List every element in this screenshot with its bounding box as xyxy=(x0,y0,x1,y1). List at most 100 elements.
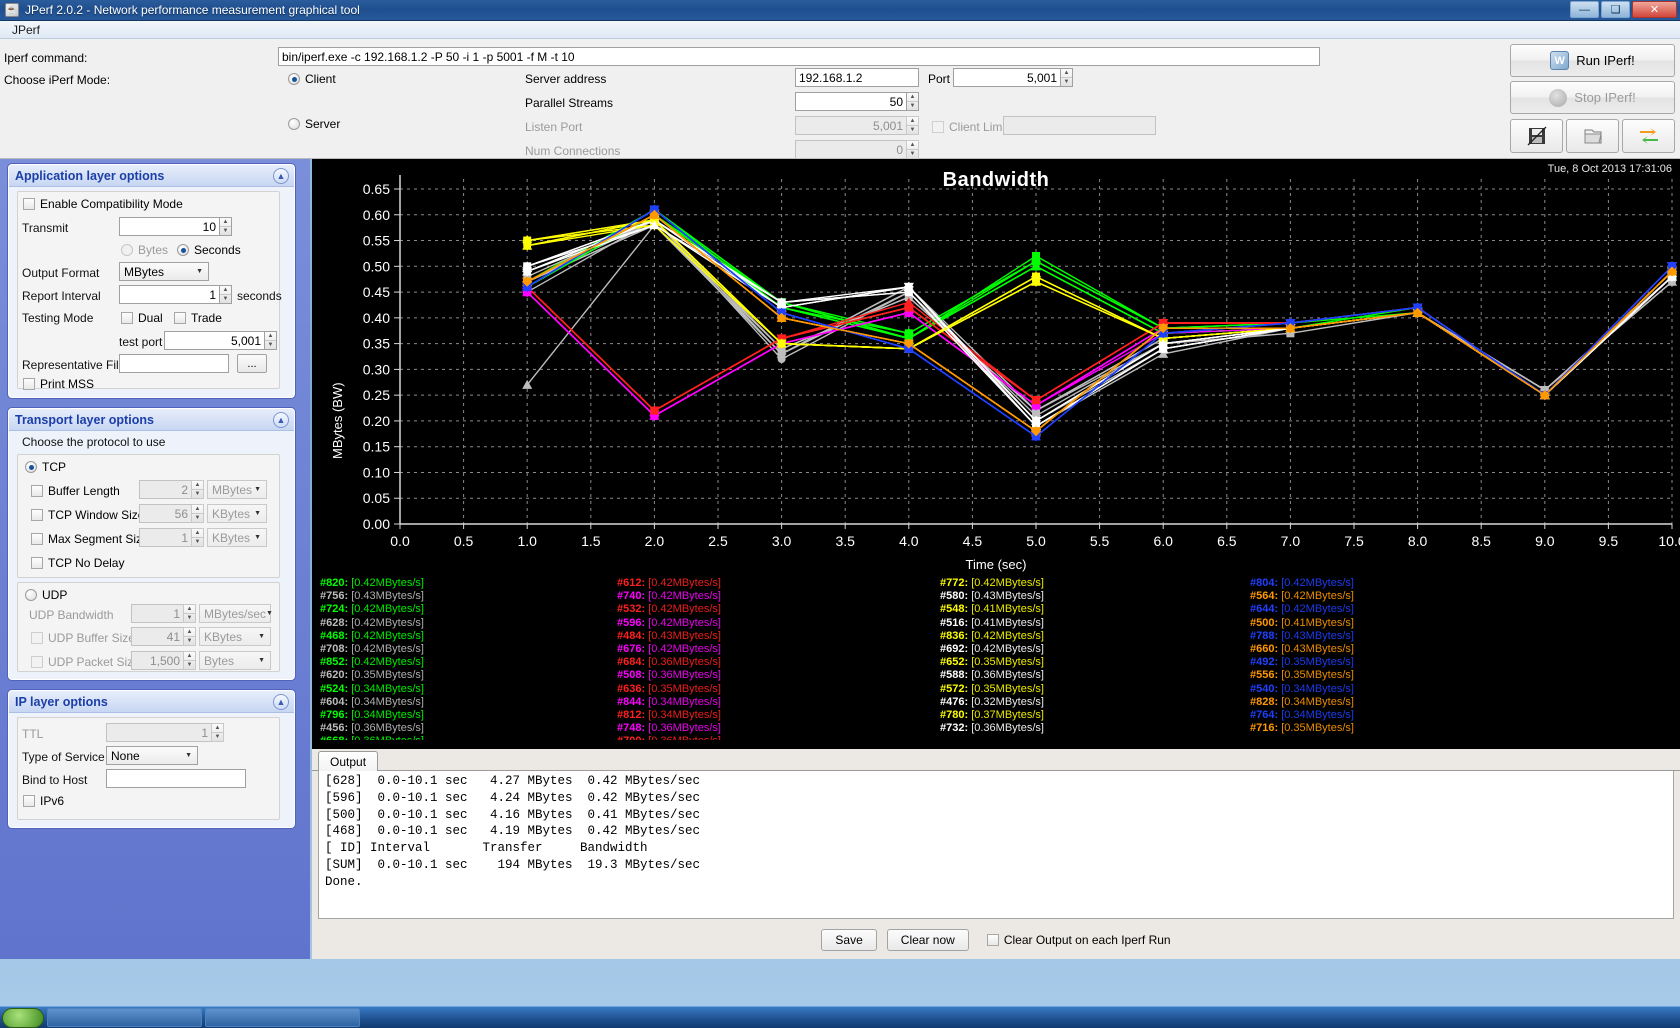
max-segment-size-checkbox[interactable]: Max Segment Size xyxy=(31,532,149,546)
legend-item-id: #644: xyxy=(1250,603,1282,616)
legend-item: #692: [0.42MBytes/s] xyxy=(940,643,1044,656)
legend-item-id: #844: xyxy=(617,695,649,708)
parallel-streams-spinner[interactable]: 50 ▲ ▼ xyxy=(795,92,919,111)
representative-file-browse-button[interactable]: ... xyxy=(237,354,267,373)
transmit-value[interactable]: 10 xyxy=(119,217,219,236)
protocol-udp-radio[interactable]: UDP xyxy=(25,588,67,602)
output-format-select[interactable]: MBytes ▼ xyxy=(119,262,209,281)
transmit-seconds-radio[interactable]: Seconds xyxy=(177,243,241,257)
report-interval-spinner[interactable]: 1 ▲ ▼ xyxy=(119,285,232,304)
representative-file-field[interactable] xyxy=(119,354,229,373)
open-config-button[interactable] xyxy=(1566,119,1619,153)
tab-output[interactable]: Output xyxy=(318,751,379,771)
buffer-length-checkbox[interactable]: Buffer Length xyxy=(31,484,120,498)
legend-item: #492: [0.35MBytes/s] xyxy=(1250,656,1354,669)
output-console[interactable]: [628] 0.0-10.1 sec 4.27 MBytes 0.42 MByt… xyxy=(318,771,1674,919)
save-output-button[interactable]: Save xyxy=(821,929,877,951)
port-spinner[interactable]: 5,001 ▲ ▼ xyxy=(953,68,1073,87)
buffer-length-unit: MBytes xyxy=(212,482,253,497)
udp-buffer-size-value: 41 xyxy=(131,627,183,646)
transmit-spinner-arrows[interactable]: ▲ ▼ xyxy=(219,217,232,236)
udp-packet-unit: Bytes xyxy=(204,653,235,668)
udp-bandwidth-label: UDP Bandwidth xyxy=(29,608,114,622)
checkbox-box-buffer-length-icon xyxy=(31,485,43,497)
bind-to-host-field[interactable] xyxy=(106,769,246,788)
port-value[interactable]: 5,001 xyxy=(953,68,1060,87)
clear-output-on-run-checkbox[interactable]: Clear Output on each Iperf Run xyxy=(986,933,1171,947)
ipv6-checkbox[interactable]: IPv6 xyxy=(23,794,64,808)
max-segment-unit: KBytes xyxy=(212,530,251,545)
udp-packet-size-checkbox: UDP Packet Size xyxy=(31,655,140,669)
legend-item-value: [0.41MBytes/s] xyxy=(971,603,1044,616)
reset-config-button[interactable] xyxy=(1622,119,1675,153)
port-spinner-arrows[interactable]: ▲ ▼ xyxy=(1060,68,1073,87)
svg-text:2.0: 2.0 xyxy=(645,533,665,549)
clear-now-button[interactable]: Clear now xyxy=(886,929,969,951)
legend-item-value: [0.35MBytes/s] xyxy=(971,682,1044,695)
svg-text:6.5: 6.5 xyxy=(1217,533,1237,549)
test-port-spinner-arrows[interactable]: ▲ ▼ xyxy=(264,331,277,350)
ip-layer-header[interactable]: IP layer options ▲ xyxy=(9,691,294,713)
transmit-spinner[interactable]: 10 ▲ ▼ xyxy=(119,217,232,236)
test-port-spinner[interactable]: 5,001 ▲ ▼ xyxy=(164,331,277,350)
menu-item-jperf[interactable]: JPerf xyxy=(6,23,46,37)
legend-item: #572: [0.35MBytes/s] xyxy=(940,683,1044,696)
save-config-button[interactable] xyxy=(1510,119,1563,153)
udp-packet-size-value: 1,500 xyxy=(131,651,183,670)
svg-text:3.0: 3.0 xyxy=(772,533,792,549)
checkbox-box-trade-icon xyxy=(174,312,186,324)
testing-mode-trade-checkbox[interactable]: Trade xyxy=(174,311,222,325)
taskbar-item-1[interactable] xyxy=(47,1008,202,1027)
transport-layer-title: Transport layer options xyxy=(15,412,154,427)
tcp-window-size-checkbox[interactable]: TCP Window Size xyxy=(31,508,144,522)
legend-item: #804: [0.42MBytes/s] xyxy=(1250,577,1354,590)
legend-item: #516: [0.41MBytes/s] xyxy=(940,617,1044,630)
start-button-icon[interactable] xyxy=(2,1007,44,1028)
taskbar-item-2[interactable] xyxy=(205,1008,360,1027)
client-limit-checkbox[interactable]: Client Limit xyxy=(932,120,1008,134)
report-interval-value[interactable]: 1 xyxy=(119,285,219,304)
chart-marker xyxy=(1032,396,1040,405)
chevron-up-icon[interactable]: ▲ xyxy=(273,167,289,184)
print-mss-checkbox[interactable]: Print MSS xyxy=(23,377,94,391)
legend-item: #852: [0.42MBytes/s] xyxy=(320,656,424,669)
maximize-button[interactable]: ❑ xyxy=(1601,1,1630,18)
mode-client-radio[interactable]: Client xyxy=(288,72,336,86)
report-interval-spinner-arrows[interactable]: ▲ ▼ xyxy=(219,285,232,304)
legend-item: #828: [0.34MBytes/s] xyxy=(1250,696,1354,709)
parallel-streams-spinner-arrows[interactable]: ▲ ▼ xyxy=(906,92,919,111)
svg-text:8.0: 8.0 xyxy=(1408,533,1428,549)
mode-server-radio[interactable]: Server xyxy=(288,117,340,131)
legend-item: #732: [0.36MBytes/s] xyxy=(940,722,1044,735)
legend-item-value: [0.34MBytes/s] xyxy=(648,709,721,722)
close-button[interactable]: ✕ xyxy=(1632,1,1677,18)
window-controls: — ❑ ✕ xyxy=(1570,1,1677,18)
server-address-field[interactable]: 192.168.1.2 xyxy=(795,68,919,87)
run-iperf-button[interactable]: W Run IPerf! xyxy=(1510,44,1675,77)
legend-column: #612: [0.42MBytes/s] #740: [0.42MBytes/s]… xyxy=(617,577,721,747)
legend-item-id: #676: xyxy=(617,643,649,656)
legend-horizontal-scrollbar[interactable] xyxy=(312,740,1680,749)
transport-layer-header[interactable]: Transport layer options ▲ xyxy=(9,409,294,431)
iperf-command-field[interactable]: bin/iperf.exe -c 192.168.1.2 -P 50 -i 1 … xyxy=(278,47,1320,66)
transmit-bytes-radio[interactable]: Bytes xyxy=(121,243,168,257)
minimize-button[interactable]: — xyxy=(1570,1,1599,18)
max-segment-size-label: Max Segment Size xyxy=(48,532,149,546)
checkbox-box-max-segment-icon xyxy=(31,533,43,545)
legend-item-id: #556: xyxy=(1250,669,1282,682)
enable-compatibility-mode-checkbox[interactable]: Enable Compatibility Mode xyxy=(23,197,183,211)
test-port-value[interactable]: 5,001 xyxy=(164,331,264,350)
testing-mode-dual-checkbox[interactable]: Dual xyxy=(121,311,163,325)
application-layer-header[interactable]: Application layer options ▲ xyxy=(9,165,294,187)
tcp-no-delay-checkbox[interactable]: TCP No Delay xyxy=(31,556,124,570)
chevron-up-icon[interactable]: ▲ xyxy=(273,411,289,428)
parallel-streams-value[interactable]: 50 xyxy=(795,92,906,111)
legend-item: #660: [0.43MBytes/s] xyxy=(1250,643,1354,656)
svg-text:0.50: 0.50 xyxy=(363,258,390,274)
ip-layer-body: TTL 1 ▲ ▼ Type of Service None ▼ Bind to … xyxy=(9,713,294,827)
parallel-streams-label: Parallel Streams xyxy=(525,96,614,110)
chevron-up-icon[interactable]: ▲ xyxy=(273,693,289,710)
protocol-tcp-radio[interactable]: TCP xyxy=(25,460,66,474)
legend-item: #580: [0.43MBytes/s] xyxy=(940,590,1044,603)
type-of-service-select[interactable]: None ▼ xyxy=(106,746,198,765)
